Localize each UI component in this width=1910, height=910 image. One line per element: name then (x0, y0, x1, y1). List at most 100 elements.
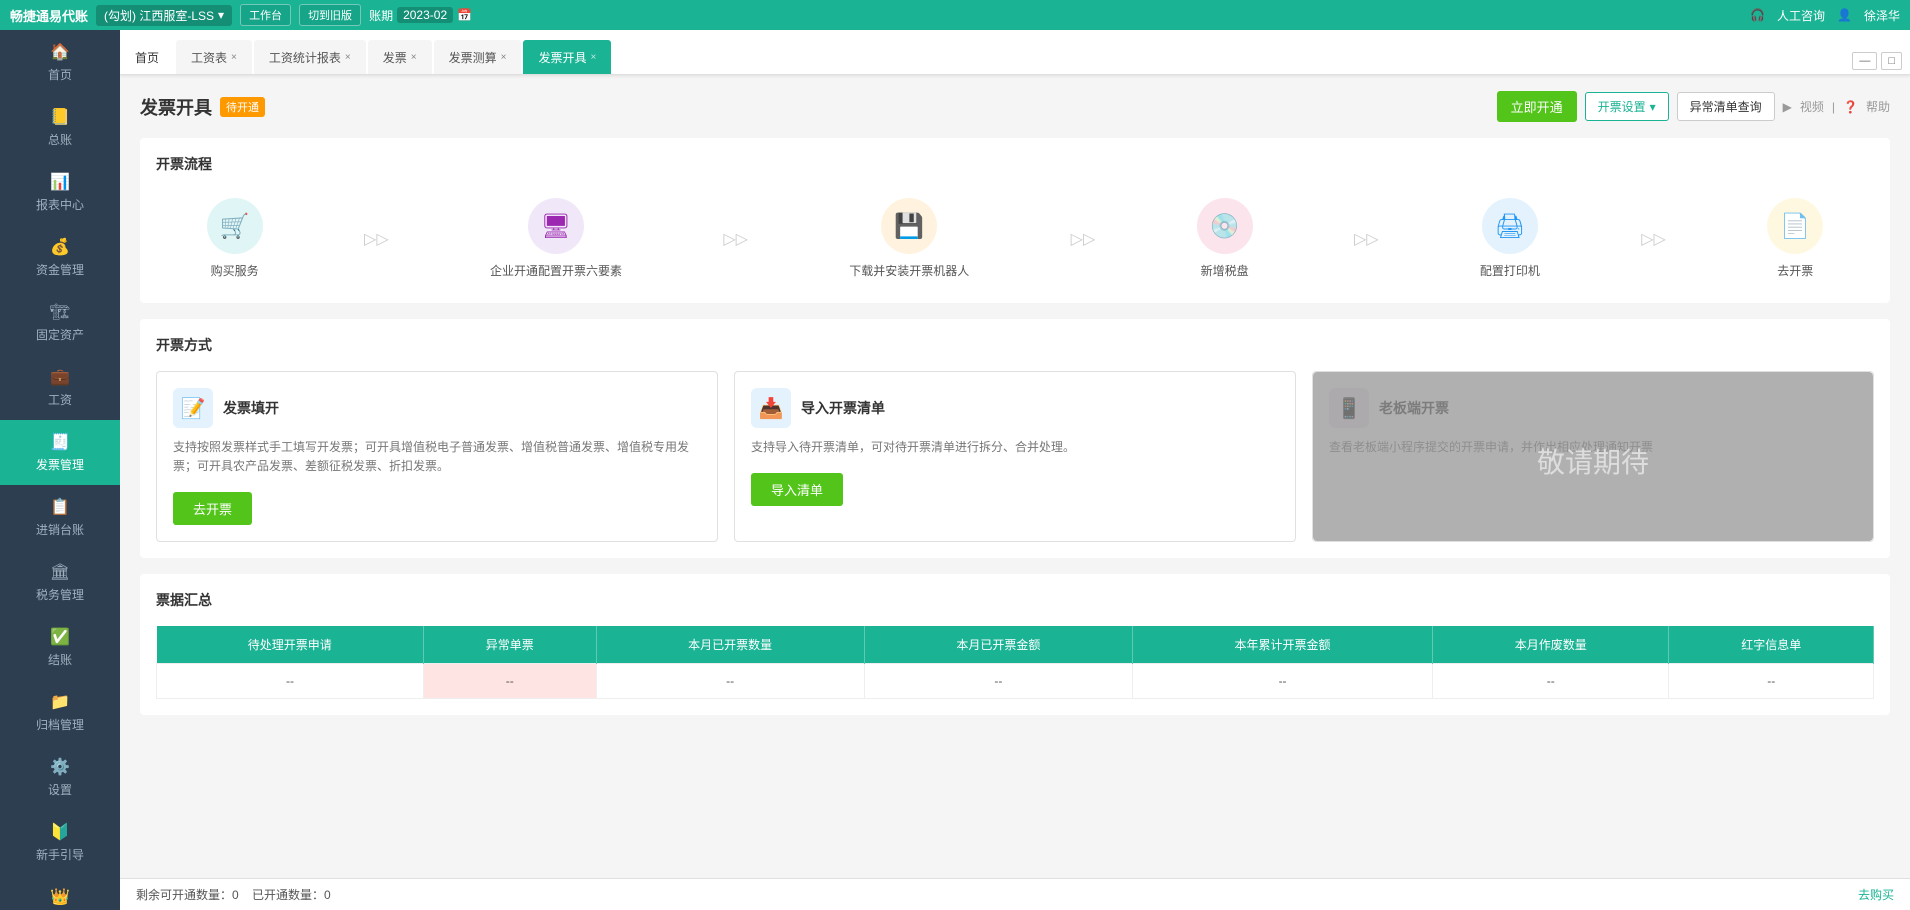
process-section: 开票流程 🛒 购买服务 ▷▷ 🖥 企业开通配置开票六要素 ▷▷ 💾 下载并安装开 (140, 138, 1890, 303)
workspace-button[interactable]: 工作台 (240, 4, 291, 26)
tab-invoice-label: 发票 (383, 49, 407, 66)
sidebar-label-reconcile: 结账 (48, 651, 72, 668)
step-config-printer[interactable]: 🖨 配置打印机 (1480, 198, 1540, 279)
remaining-label: 剩余可开通数量：0 (136, 888, 239, 902)
tab-invoice-issue-close[interactable]: × (590, 52, 596, 63)
minimize-button[interactable]: — (1852, 52, 1877, 70)
calendar-icon[interactable]: 📅 (457, 8, 472, 22)
download-robot-label: 下载并安装开票机器人 (849, 262, 969, 279)
go-issue-button[interactable]: 去开票 (173, 492, 252, 525)
period-label: 账期 (369, 7, 393, 24)
sidebar-item-tax-mgmt[interactable]: 🏛 税务管理 (0, 550, 120, 615)
sidebar-label-settings: 设置 (48, 781, 72, 798)
step-add-tax-disk[interactable]: 💿 新增税盘 (1197, 198, 1253, 279)
sidebar-item-reports[interactable]: 📊 报表中心 (0, 160, 120, 225)
tab-payroll-stats[interactable]: 工资统计报表 × (254, 40, 366, 74)
sidebar-label-purchase: 进销台账 (36, 521, 84, 538)
step-issue-invoice[interactable]: 📄 去开票 (1767, 198, 1823, 279)
method-header-import: 📥 导入开票清单 (751, 388, 1279, 428)
arrow-5: ▷▷ (1641, 229, 1666, 249)
sidebar-item-general-ledger[interactable]: 📒 总账 (0, 95, 120, 160)
go-buy-link[interactable]: 去购买 (1858, 886, 1894, 903)
user-name[interactable]: 徐泽华 (1864, 7, 1900, 24)
ledger-icon: 📒 (50, 107, 70, 127)
sidebar-label-funds: 资金管理 (36, 261, 84, 278)
tab-invoice-issue[interactable]: 发票开具 × (523, 40, 611, 74)
summary-header-row: 待处理开票申请 异常单票 本月已开票数量 本月已开票金额 本年累计开票金额 本月… (157, 626, 1874, 664)
guide-icon: 🔰 (50, 822, 70, 842)
sidebar-item-member[interactable]: 👑 畅会员 (0, 875, 120, 910)
archive-icon: 📁 (50, 692, 70, 712)
page-title: 发票开具 (140, 94, 212, 120)
video-icon: ▶ (1783, 100, 1792, 114)
settings-button[interactable]: 开票设置 ▾ (1585, 92, 1669, 121)
import-list-desc: 支持导入待开票清单，可对待开票清单进行拆分、合并处理。 (751, 438, 1279, 457)
tab-invoice-close[interactable]: × (411, 52, 417, 63)
switch-old-version-button[interactable]: 切到旧版 (299, 4, 361, 26)
header-actions: 立即开通 开票设置 ▾ 异常清单查询 ▶ 视频 | ❓ 帮助 (1497, 91, 1890, 122)
tab-invoice-calc-close[interactable]: × (501, 52, 507, 63)
service-label[interactable]: 人工咨询 (1777, 7, 1825, 24)
tab-invoice[interactable]: 发票 × (368, 40, 432, 74)
manual-fill-icon: 📝 (173, 388, 213, 428)
step-buy-service[interactable]: 🛒 购买服务 (207, 198, 263, 279)
reconcile-icon: ✅ (50, 627, 70, 647)
period-display: 账期 2023-02 📅 (369, 7, 472, 24)
payroll-icon: 💼 (50, 367, 70, 387)
th-red-info: 红字信息单 (1669, 626, 1874, 664)
td-pending: -- (157, 664, 424, 699)
company-name: (勾划) 江西服室-LSS (104, 7, 214, 24)
open-now-button[interactable]: 立即开通 (1497, 91, 1577, 122)
tax-icon: 🏛 (50, 562, 70, 582)
maximize-button[interactable]: □ (1881, 52, 1902, 70)
sidebar-item-fixed-assets[interactable]: 🏗 固定资产 (0, 290, 120, 355)
sidebar-item-new-guide[interactable]: 🔰 新手引导 (0, 810, 120, 875)
sidebar-item-home[interactable]: 🏠 首页 (0, 30, 120, 95)
sidebar-item-funds[interactable]: 💰 资金管理 (0, 225, 120, 290)
sidebar-item-invoice-mgmt[interactable]: 🧾 发票管理 (0, 420, 120, 485)
arrow-4: ▷▷ (1354, 229, 1379, 249)
sidebar-item-payroll[interactable]: 💼 工资 (0, 355, 120, 420)
method-card-boss: 📱 老板端开票 查看老板端小程序提交的开票申请，并作出相应处理通知开票 敬请期待 (1312, 371, 1874, 542)
sidebar-item-reconcile[interactable]: ✅ 结账 (0, 615, 120, 680)
purchase-icon: 📋 (50, 497, 70, 517)
assets-icon: 🏗 (50, 302, 70, 322)
td-monthly-count: -- (596, 664, 864, 699)
tab-payroll-stats-close[interactable]: × (345, 52, 351, 63)
content-area: 首页 工资表 × 工资统计报表 × 发票 × 发票测算 × 发票开具 × (120, 30, 1910, 910)
tab-home[interactable]: 首页 (120, 40, 174, 74)
sidebar-label-assets: 固定资产 (36, 326, 84, 343)
abnormal-query-button[interactable]: 异常清单查询 (1677, 92, 1775, 121)
tab-invoice-calc[interactable]: 发票测算 × (434, 40, 522, 74)
sidebar-item-purchase-sales[interactable]: 📋 进销台账 (0, 485, 120, 550)
sidebar-label-tax: 税务管理 (36, 586, 84, 603)
footer-info: 剩余可开通数量：0 已开通数量：0 (136, 886, 331, 903)
step-download-robot[interactable]: 💾 下载并安装开票机器人 (849, 198, 969, 279)
coming-soon-text: 敬请期待 (1537, 441, 1649, 481)
tab-payroll-table[interactable]: 工资表 × (176, 40, 252, 74)
status-badge: 待开通 (220, 97, 265, 117)
import-list-button[interactable]: 导入清单 (751, 473, 843, 506)
buy-service-icon: 🛒 (207, 198, 263, 254)
enterprise-setup-icon: 🖥 (528, 198, 584, 254)
sidebar-item-settings[interactable]: ⚙️ 设置 (0, 745, 120, 810)
th-monthly-amount: 本月已开票金额 (864, 626, 1132, 664)
enterprise-setup-label: 企业开通配置开票六要素 (490, 262, 622, 279)
sidebar-label-invoice: 发票管理 (36, 456, 84, 473)
td-yearly-amount: -- (1133, 664, 1433, 699)
tab-home-label: 首页 (135, 49, 159, 66)
sidebar-label-payroll: 工资 (48, 391, 72, 408)
manual-fill-title: 发票填开 (223, 398, 279, 418)
step-enterprise-setup[interactable]: 🖥 企业开通配置开票六要素 (490, 198, 622, 279)
tab-payroll-table-close[interactable]: × (231, 52, 237, 63)
td-monthly-void: -- (1433, 664, 1669, 699)
company-selector[interactable]: (勾划) 江西服室-LSS ▾ (96, 5, 232, 26)
video-label[interactable]: 视频 (1800, 98, 1824, 115)
td-monthly-amount: -- (864, 664, 1132, 699)
help-label[interactable]: 帮助 (1866, 98, 1890, 115)
add-tax-disk-icon: 💿 (1197, 198, 1253, 254)
top-bar-left: 畅捷通易代账 (勾划) 江西服室-LSS ▾ 工作台 切到旧版 账期 2023-… (10, 4, 472, 26)
method-header-manual: 📝 发票填开 (173, 388, 701, 428)
process-section-title: 开票流程 (156, 154, 1874, 174)
sidebar-item-archive[interactable]: 📁 归档管理 (0, 680, 120, 745)
